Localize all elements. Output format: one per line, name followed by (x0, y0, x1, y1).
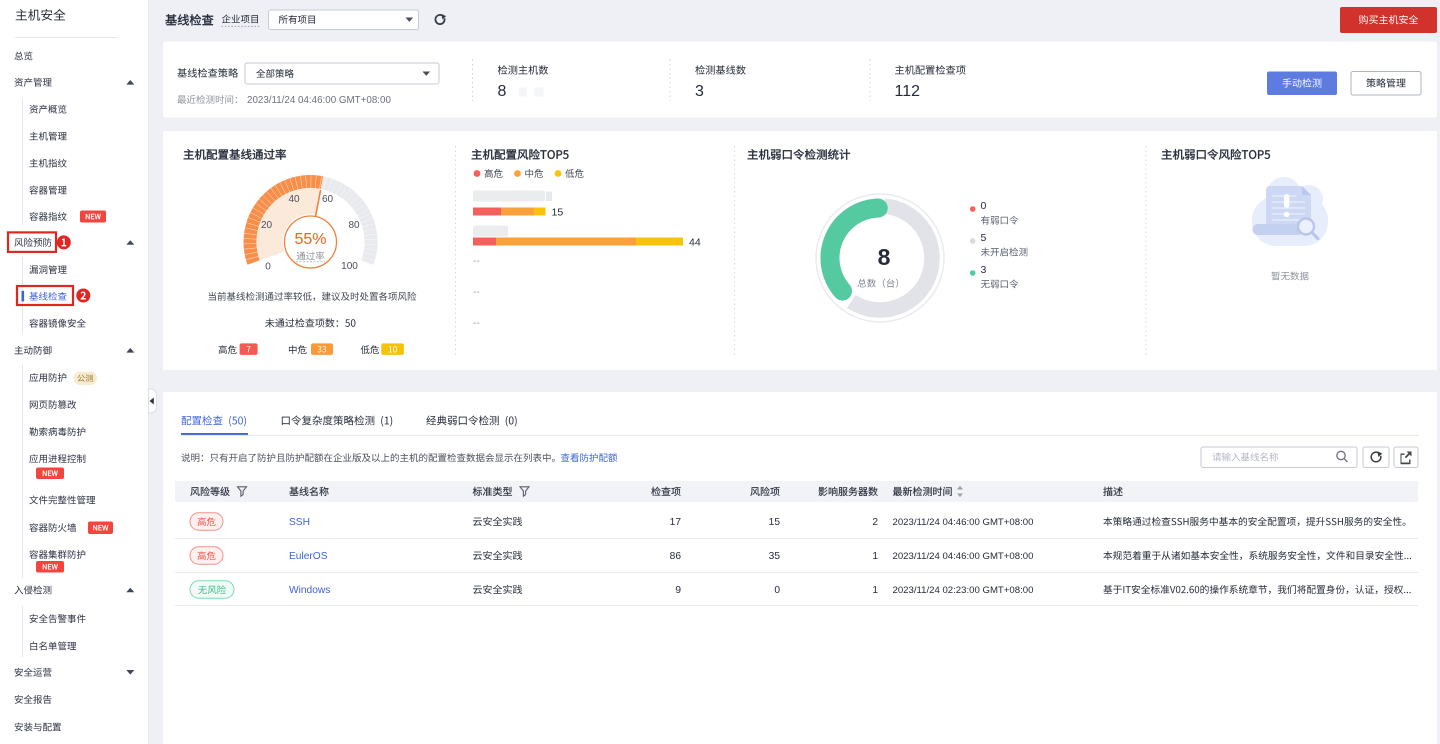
svg-text:2: 2 (872, 517, 878, 528)
svg-text:--: -- (473, 256, 480, 267)
svg-text:100: 100 (341, 261, 358, 272)
svg-text:--: -- (473, 287, 480, 298)
svg-text:2023/11/24 04:46:00 GMT+08:00: 2023/11/24 04:46:00 GMT+08:00 (247, 95, 391, 106)
svg-text:0: 0 (265, 262, 271, 273)
svg-text:2023/11/24 02:23:00 GMT+08:00: 2023/11/24 02:23:00 GMT+08:00 (893, 585, 1034, 596)
svg-text:2023/11/24 04:46:00 GMT+08:00: 2023/11/24 04:46:00 GMT+08:00 (893, 551, 1034, 562)
svg-text:80: 80 (348, 220, 360, 231)
svg-text:Windows: Windows (289, 585, 330, 596)
svg-text:9: 9 (675, 585, 681, 596)
svg-text:15: 15 (769, 517, 781, 528)
svg-text:44: 44 (689, 236, 701, 248)
svg-text:40: 40 (288, 194, 300, 205)
svg-text:EulerOS: EulerOS (289, 551, 328, 562)
svg-text:112: 112 (895, 83, 921, 100)
svg-text:3: 3 (695, 83, 704, 100)
svg-text:8: 8 (498, 83, 507, 100)
svg-text:55%: 55% (294, 231, 326, 248)
svg-text:1: 1 (872, 585, 878, 596)
svg-text:60: 60 (322, 194, 334, 205)
svg-text:17: 17 (670, 517, 682, 528)
svg-text:1: 1 (872, 551, 878, 562)
svg-text:5: 5 (981, 232, 987, 244)
svg-text:0: 0 (981, 200, 987, 212)
svg-text:86: 86 (670, 551, 682, 562)
svg-text:3: 3 (981, 264, 987, 276)
svg-text:2023/11/24 04:46:00 GMT+08:00: 2023/11/24 04:46:00 GMT+08:00 (893, 517, 1034, 528)
svg-text:8: 8 (878, 244, 891, 270)
svg-text:--: -- (473, 318, 480, 329)
svg-text:SSH: SSH (289, 517, 310, 528)
svg-text:0: 0 (774, 585, 780, 596)
svg-text:20: 20 (261, 220, 273, 231)
svg-text:35: 35 (769, 551, 781, 562)
svg-text:15: 15 (552, 206, 564, 218)
